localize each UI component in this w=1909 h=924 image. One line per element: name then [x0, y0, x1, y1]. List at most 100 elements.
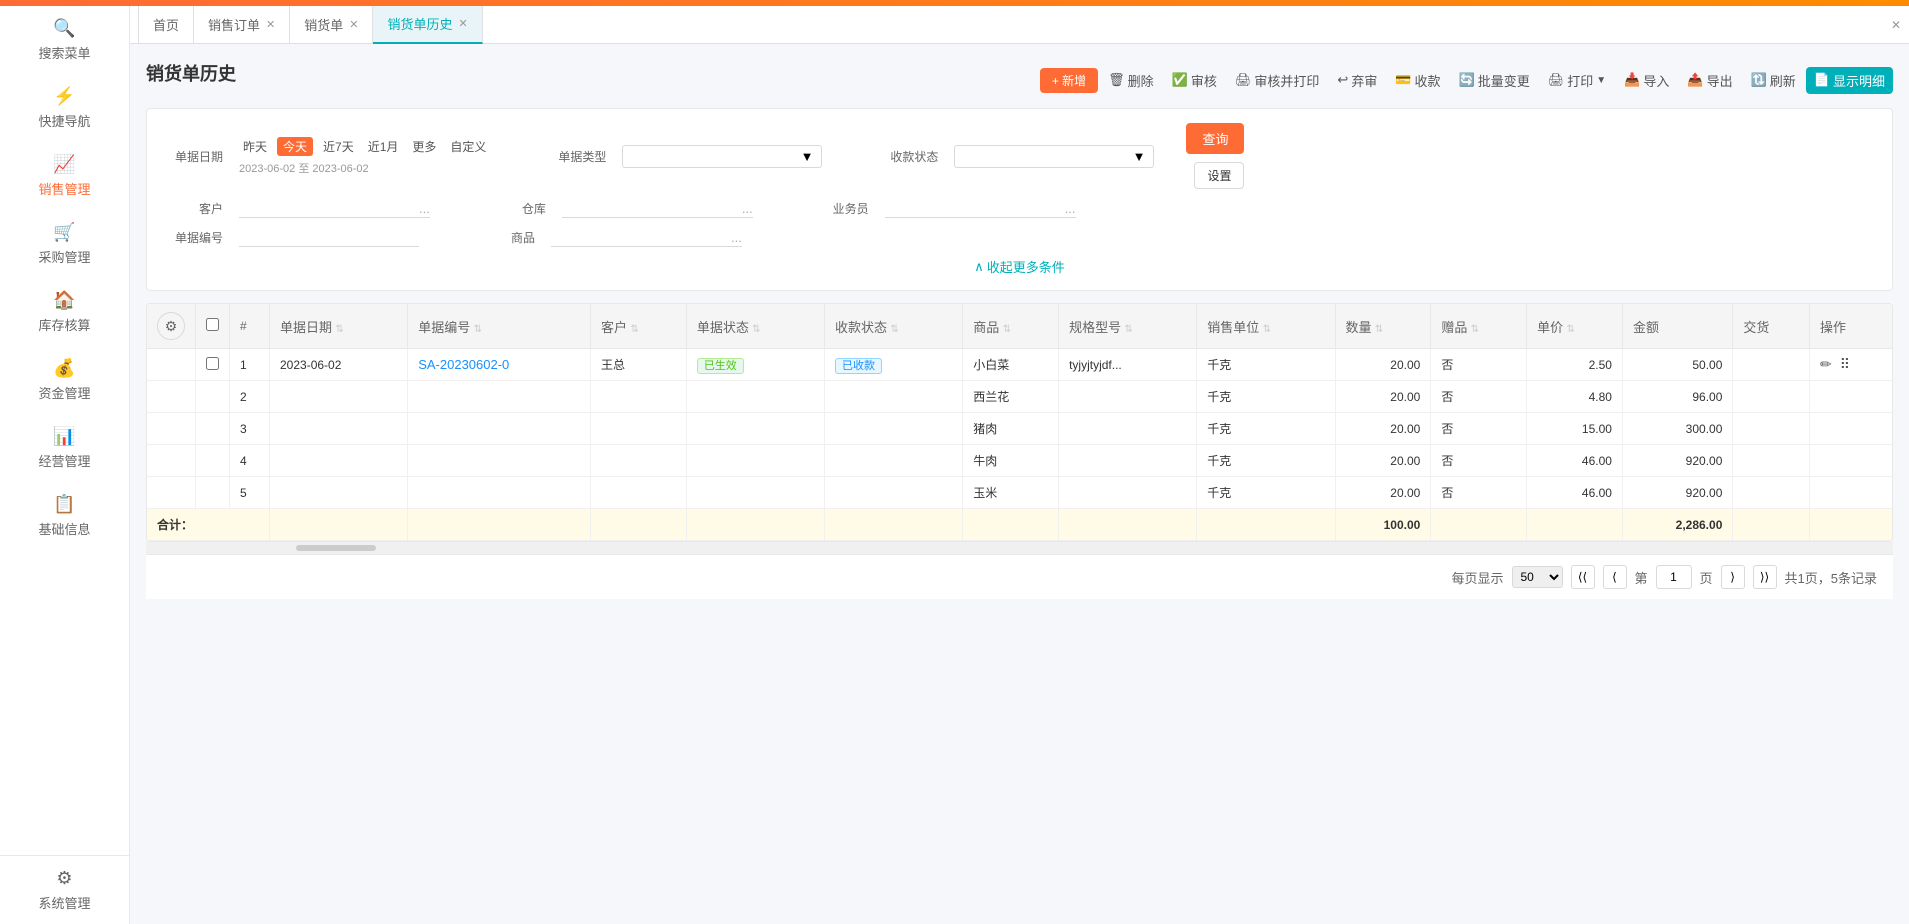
- summary-empty-7: [1059, 509, 1197, 541]
- scroll-thumb[interactable]: [296, 545, 376, 551]
- col-doc-no[interactable]: 单据编号 ⇅: [408, 304, 591, 349]
- col-price[interactable]: 单价 ⇅: [1527, 304, 1623, 349]
- sidebar-item-inventory[interactable]: 🏠 库存核算: [0, 278, 129, 346]
- warehouse-input[interactable]: [562, 199, 742, 217]
- review-button[interactable]: ✅ 审核: [1164, 67, 1225, 94]
- sort-doc-no[interactable]: ⇅: [474, 324, 482, 335]
- page-size-select[interactable]: 50 100: [1512, 566, 1563, 588]
- collapse-filter[interactable]: ∧ 收起更多条件: [974, 257, 1065, 276]
- doc-type-select[interactable]: ▼: [622, 145, 822, 168]
- row-checkbox: [196, 349, 230, 381]
- sidebar-item-system[interactable]: ⚙ 系统管理: [0, 856, 129, 924]
- sort-qty[interactable]: ⇅: [1375, 324, 1383, 335]
- tab-sales-goods[interactable]: 销货单 ✕: [290, 6, 373, 44]
- row-amount: 920.00: [1622, 477, 1732, 509]
- sort-customer[interactable]: ⇅: [630, 324, 638, 335]
- salesperson-input[interactable]: [885, 199, 1065, 217]
- new-button[interactable]: + 新增: [1040, 68, 1098, 93]
- sort-spec[interactable]: ⇅: [1124, 324, 1132, 335]
- payment-status-select[interactable]: ▼: [954, 145, 1154, 168]
- edit-action[interactable]: ✏: [1820, 356, 1832, 373]
- col-qty[interactable]: 数量 ⇅: [1335, 304, 1431, 349]
- col-unit[interactable]: 销售单位 ⇅: [1197, 304, 1335, 349]
- sort-doc-status[interactable]: ⇅: [752, 324, 760, 335]
- col-date[interactable]: 单据日期 ⇅: [270, 304, 408, 349]
- abandon-button[interactable]: ↩ 弃审: [1329, 67, 1385, 94]
- close-all-tabs[interactable]: ✕: [1891, 18, 1901, 32]
- col-doc-status[interactable]: 单据状态 ⇅: [686, 304, 824, 349]
- export-button[interactable]: 📤 导出: [1679, 67, 1740, 94]
- sidebar-item-label: 快捷导航: [38, 111, 90, 130]
- col-settings[interactable]: ⚙: [147, 304, 196, 349]
- tab-close-sales-order[interactable]: ✕: [266, 18, 275, 31]
- salesperson-ellipsis[interactable]: ...: [1065, 201, 1076, 216]
- settings-button[interactable]: 设置: [1194, 162, 1244, 189]
- more-action[interactable]: ⠿: [1840, 356, 1850, 373]
- row-gift: 否: [1431, 445, 1527, 477]
- tab-sales-goods-history[interactable]: 销货单历史 ✕: [373, 6, 482, 44]
- print-button[interactable]: 🖨 打印 ▼: [1540, 67, 1614, 94]
- prev-page-btn[interactable]: ⟨: [1603, 565, 1627, 589]
- sidebar-item-operation[interactable]: 📊 经营管理: [0, 414, 129, 482]
- sort-unit[interactable]: ⇅: [1263, 324, 1271, 335]
- col-spec[interactable]: 规格型号 ⇅: [1059, 304, 1197, 349]
- row-goods: 牛肉: [963, 445, 1059, 477]
- show-detail-button[interactable]: 📄 显示明细: [1806, 67, 1893, 94]
- page-number-input[interactable]: [1656, 565, 1692, 589]
- col-customer[interactable]: 客户 ⇅: [591, 304, 687, 349]
- summary-empty-2: [408, 509, 591, 541]
- customer-ellipsis[interactable]: ...: [419, 201, 430, 216]
- row-checkbox: [196, 477, 230, 509]
- tab-home[interactable]: 首页: [138, 6, 194, 44]
- goods-input[interactable]: [551, 228, 731, 246]
- col-goods[interactable]: 商品 ⇅: [963, 304, 1059, 349]
- sidebar-item-sales-mgmt[interactable]: 📈 销售管理: [0, 142, 129, 210]
- sort-goods[interactable]: ⇅: [1003, 324, 1011, 335]
- row-select[interactable]: [206, 357, 219, 370]
- sort-payment-status[interactable]: ⇅: [890, 324, 898, 335]
- col-gift[interactable]: 赠品 ⇅: [1431, 304, 1527, 349]
- tab-close-sales-goods[interactable]: ✕: [349, 18, 358, 31]
- sidebar-item-purchase-mgmt[interactable]: 🛒 采购管理: [0, 210, 129, 278]
- horizontal-scrollbar[interactable]: [146, 542, 1893, 554]
- next-page-btn[interactable]: ⟩: [1721, 565, 1745, 589]
- date-today[interactable]: 今天: [277, 137, 313, 156]
- customer-input[interactable]: [239, 199, 419, 217]
- row-goods: 玉米: [963, 477, 1059, 509]
- date-yesterday[interactable]: 昨天: [239, 137, 271, 156]
- last-page-btn[interactable]: ⟩⟩: [1753, 565, 1777, 589]
- query-button[interactable]: 查询: [1186, 123, 1244, 154]
- import-button[interactable]: 📥 导入: [1616, 67, 1677, 94]
- refresh-button[interactable]: 🔃 刷新: [1743, 67, 1804, 94]
- sidebar-item-basic-info[interactable]: 📋 基础信息: [0, 482, 129, 550]
- sort-date[interactable]: ⇅: [335, 324, 343, 335]
- date-range: 2023-06-02 至 2023-06-02: [239, 160, 490, 176]
- tab-sales-order[interactable]: 销售订单 ✕: [194, 6, 290, 44]
- sidebar-item-search-menu[interactable]: 🔍 搜索菜单: [0, 6, 129, 74]
- date-1month[interactable]: 近1月: [364, 137, 403, 156]
- date-custom[interactable]: 自定义: [446, 137, 490, 156]
- first-page-btn[interactable]: ⟨⟨: [1571, 565, 1595, 589]
- review-print-button[interactable]: 🖨 审核并打印: [1227, 67, 1328, 94]
- col-payment-status[interactable]: 收款状态 ⇅: [825, 304, 963, 349]
- sidebar-item-finance[interactable]: 💰 资金管理: [0, 346, 129, 414]
- doc-number-input[interactable]: [239, 228, 419, 247]
- summary-total-qty: 100.00: [1335, 509, 1431, 541]
- date-more[interactable]: 更多: [408, 137, 440, 156]
- row-doc-no: SA-20230602-0: [408, 349, 591, 381]
- date-7days[interactable]: 近7天: [319, 137, 358, 156]
- tab-close-history[interactable]: ✕: [459, 17, 468, 30]
- receive-button[interactable]: 💳 收款: [1387, 67, 1448, 94]
- goods-ellipsis[interactable]: ...: [731, 230, 742, 245]
- row-doc-status: [686, 381, 824, 413]
- sort-price[interactable]: ⇅: [1566, 324, 1574, 335]
- payment-status-dropdown: ▼: [1133, 149, 1146, 164]
- batch-change-button[interactable]: 🔄 批量变更: [1451, 67, 1538, 94]
- doc-no-link[interactable]: SA-20230602-0: [418, 357, 509, 372]
- delete-button[interactable]: 🗑 删除: [1100, 67, 1162, 94]
- warehouse-ellipsis[interactable]: ...: [742, 201, 753, 216]
- select-all-checkbox[interactable]: [206, 318, 219, 331]
- sidebar-item-quick-nav[interactable]: ⚡ 快捷导航: [0, 74, 129, 142]
- print-icon: 🖨: [1548, 72, 1565, 88]
- sort-gift[interactable]: ⇅: [1471, 324, 1479, 335]
